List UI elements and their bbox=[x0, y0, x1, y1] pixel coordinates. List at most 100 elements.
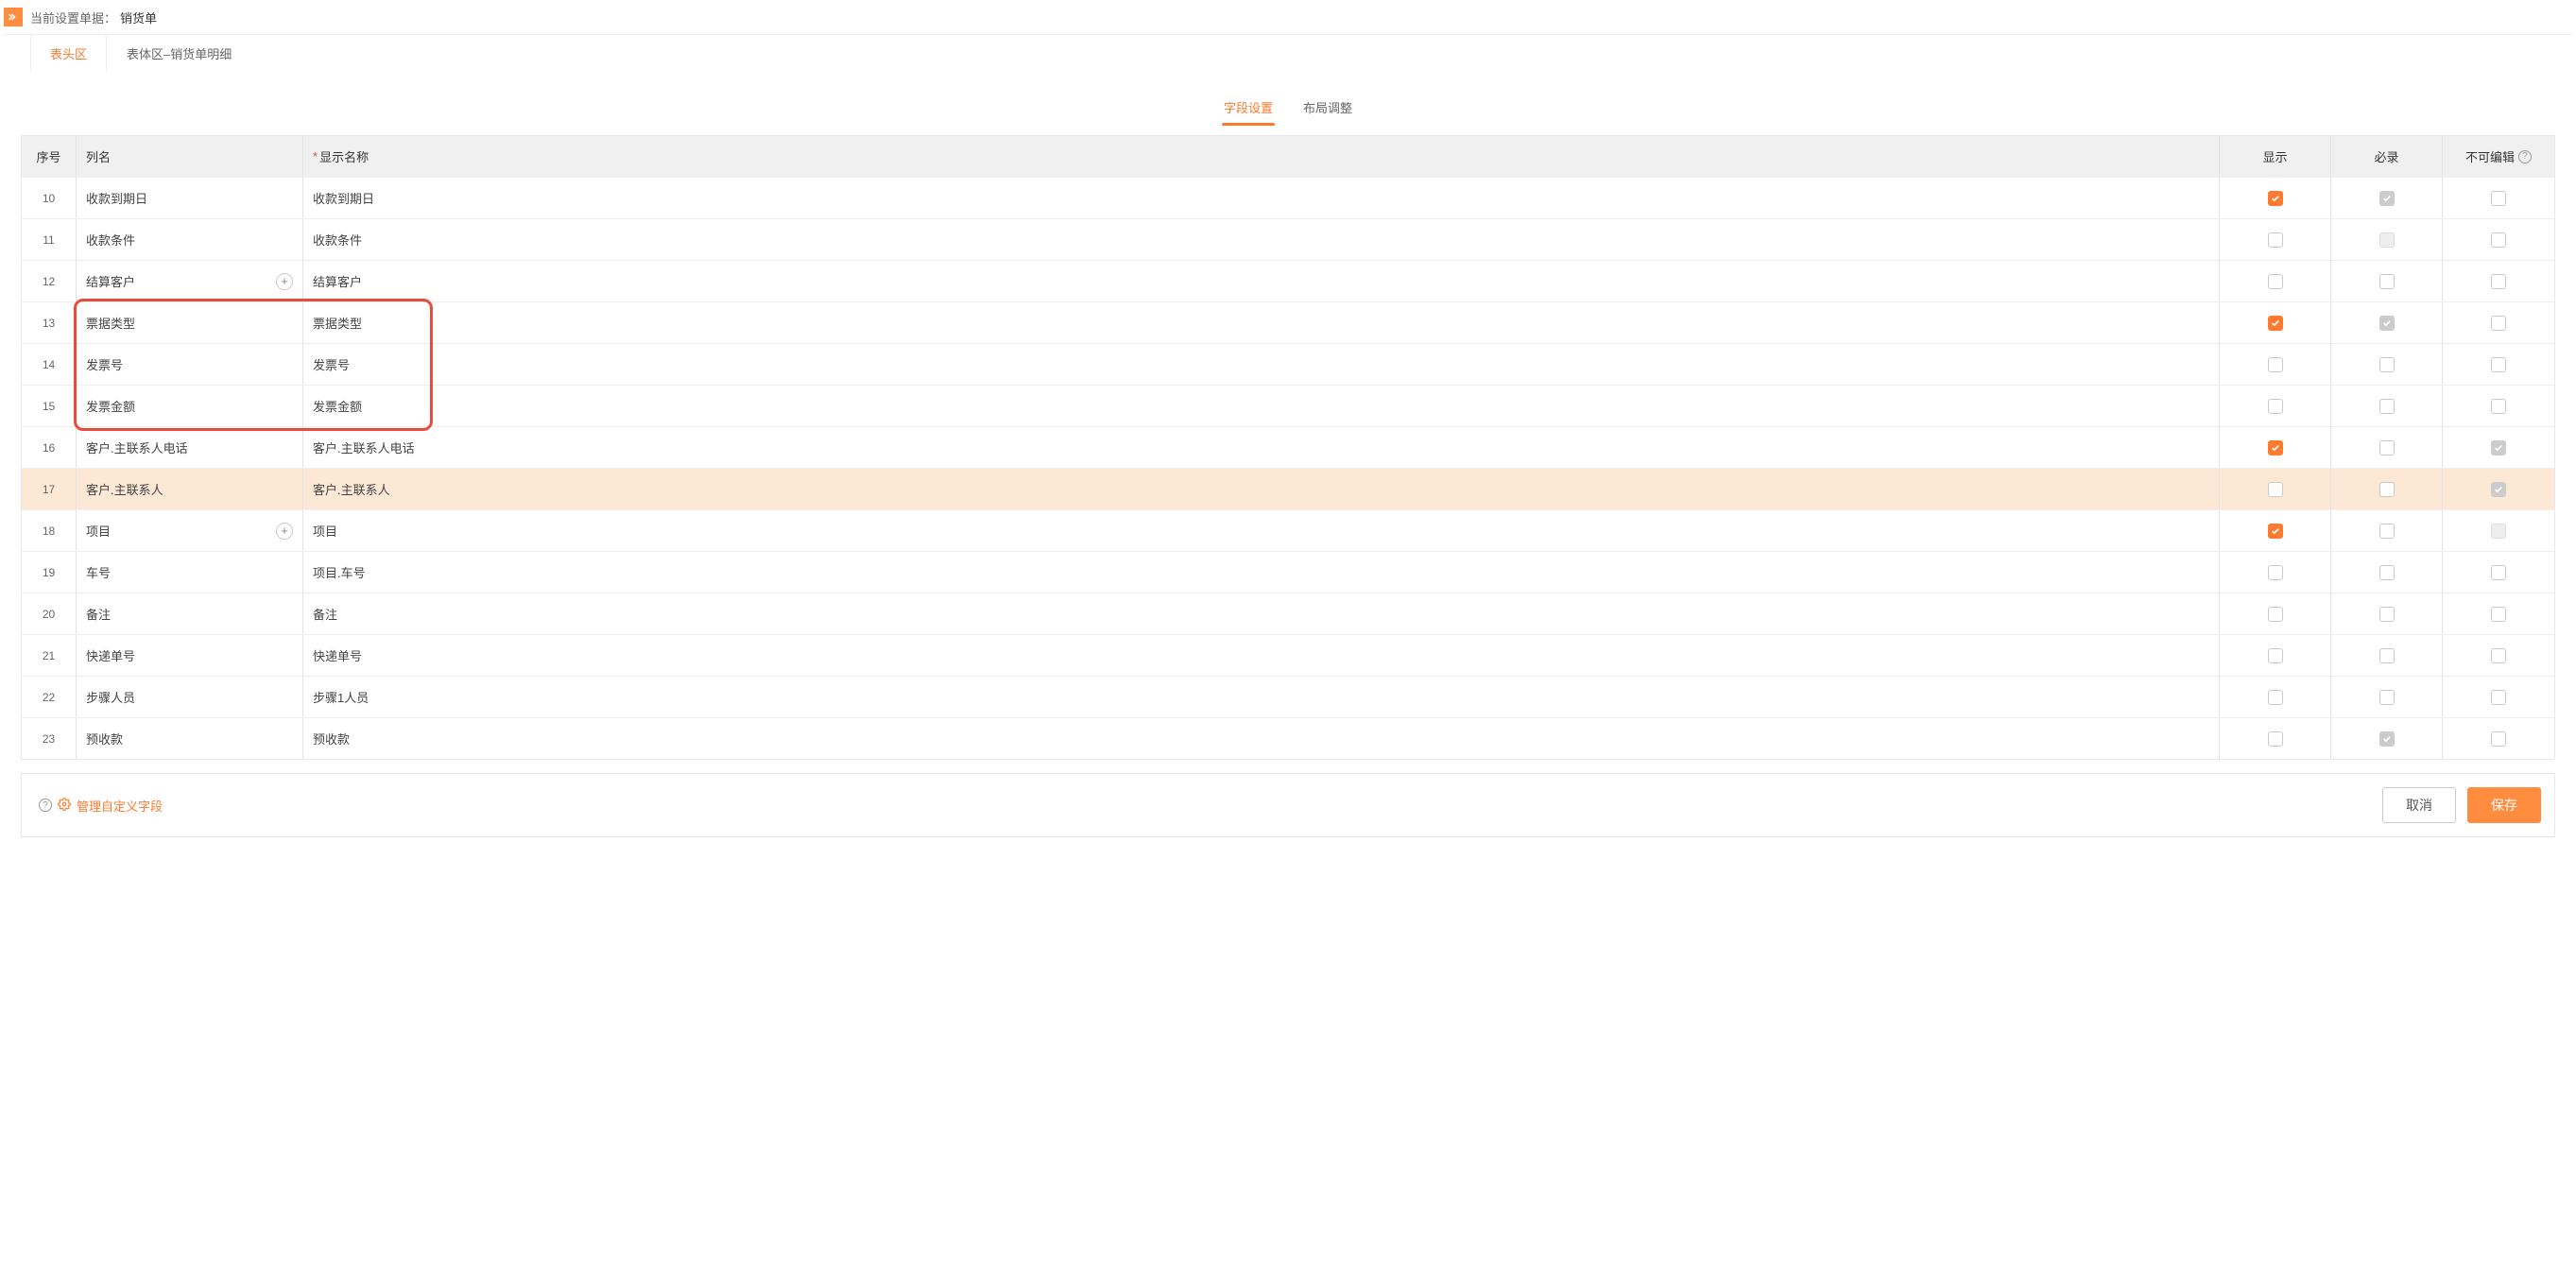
show-checkbox[interactable] bbox=[2268, 357, 2283, 372]
required-checkbox[interactable] bbox=[2379, 440, 2395, 456]
expand-panel-button[interactable] bbox=[4, 8, 23, 26]
table-row: 19车号项目.车号 bbox=[22, 551, 2554, 593]
cell-required bbox=[2331, 386, 2443, 426]
required-checkbox[interactable] bbox=[2379, 274, 2395, 289]
help-icon[interactable]: ? bbox=[2518, 150, 2532, 163]
save-button[interactable]: 保存 bbox=[2467, 787, 2541, 823]
cell-display[interactable]: 客户.主联系人 bbox=[303, 469, 2220, 509]
cell-seq: 20 bbox=[22, 593, 77, 634]
readonly-checkbox[interactable] bbox=[2491, 274, 2506, 289]
manage-custom-fields-link[interactable]: 管理自定义字段 bbox=[77, 797, 163, 815]
sub-tab-0[interactable]: 字段设置 bbox=[1222, 91, 1275, 124]
cell-display[interactable]: 发票金额 bbox=[303, 386, 2220, 426]
show-checkbox[interactable] bbox=[2268, 191, 2283, 206]
readonly-checkbox[interactable] bbox=[2491, 565, 2506, 580]
readonly-checkbox[interactable] bbox=[2491, 232, 2506, 248]
cell-readonly bbox=[2443, 510, 2554, 551]
cell-show bbox=[2220, 469, 2331, 509]
show-checkbox[interactable] bbox=[2268, 690, 2283, 705]
add-child-button[interactable] bbox=[276, 273, 293, 290]
show-checkbox[interactable] bbox=[2268, 399, 2283, 414]
show-checkbox[interactable] bbox=[2268, 440, 2283, 456]
required-checkbox[interactable] bbox=[2379, 524, 2395, 539]
cell-readonly bbox=[2443, 386, 2554, 426]
table-row: 17客户.主联系人客户.主联系人 bbox=[22, 468, 2554, 509]
cell-show bbox=[2220, 219, 2331, 260]
required-checkbox[interactable] bbox=[2379, 690, 2395, 705]
required-checkbox[interactable] bbox=[2379, 357, 2395, 372]
table-body: 10收款到期日收款到期日11收款条件收款条件12结算客户结算客户13票据类型票据… bbox=[22, 177, 2554, 759]
required-checkbox[interactable] bbox=[2379, 648, 2395, 663]
cell-name: 预收款 bbox=[77, 718, 303, 759]
required-checkbox[interactable] bbox=[2379, 482, 2395, 497]
cell-display[interactable]: 发票号 bbox=[303, 344, 2220, 385]
cell-required bbox=[2331, 302, 2443, 343]
table-row: 13票据类型票据类型 bbox=[22, 301, 2554, 343]
cell-name: 客户.主联系人 bbox=[77, 469, 303, 509]
th-required: 必录 bbox=[2331, 136, 2443, 177]
show-checkbox[interactable] bbox=[2268, 524, 2283, 539]
cell-show bbox=[2220, 344, 2331, 385]
cell-readonly bbox=[2443, 469, 2554, 509]
cell-show bbox=[2220, 677, 2331, 717]
cell-display[interactable]: 步骤1人员 bbox=[303, 677, 2220, 717]
show-checkbox[interactable] bbox=[2268, 731, 2283, 747]
readonly-checkbox[interactable] bbox=[2491, 399, 2506, 414]
show-checkbox[interactable] bbox=[2268, 607, 2283, 622]
show-checkbox[interactable] bbox=[2268, 232, 2283, 248]
cell-name: 项目 bbox=[77, 510, 303, 551]
cell-display[interactable]: 项目 bbox=[303, 510, 2220, 551]
readonly-checkbox[interactable] bbox=[2491, 690, 2506, 705]
readonly-checkbox[interactable] bbox=[2491, 357, 2506, 372]
required-checkbox[interactable] bbox=[2379, 399, 2395, 414]
cell-readonly bbox=[2443, 635, 2554, 676]
cell-seq: 15 bbox=[22, 386, 77, 426]
cell-display[interactable]: 客户.主联系人电话 bbox=[303, 427, 2220, 468]
cell-required bbox=[2331, 219, 2443, 260]
cell-display[interactable]: 票据类型 bbox=[303, 302, 2220, 343]
show-checkbox[interactable] bbox=[2268, 316, 2283, 331]
cell-seq: 19 bbox=[22, 552, 77, 593]
readonly-checkbox[interactable] bbox=[2491, 316, 2506, 331]
footer-left: ? 管理自定义字段 bbox=[35, 797, 163, 815]
cell-display[interactable]: 收款到期日 bbox=[303, 178, 2220, 218]
table-row: 18项目项目 bbox=[22, 509, 2554, 551]
cell-readonly bbox=[2443, 344, 2554, 385]
required-checkbox[interactable] bbox=[2379, 565, 2395, 580]
cell-required bbox=[2331, 552, 2443, 593]
cell-display[interactable]: 结算客户 bbox=[303, 261, 2220, 301]
cell-required bbox=[2331, 510, 2443, 551]
cell-readonly bbox=[2443, 302, 2554, 343]
area-tab-1[interactable]: 表体区–销货单明细 bbox=[107, 34, 251, 72]
show-checkbox[interactable] bbox=[2268, 274, 2283, 289]
cell-display[interactable]: 收款条件 bbox=[303, 219, 2220, 260]
add-child-button[interactable] bbox=[276, 523, 293, 540]
cell-readonly bbox=[2443, 677, 2554, 717]
readonly-checkbox bbox=[2491, 440, 2506, 456]
show-checkbox[interactable] bbox=[2268, 482, 2283, 497]
footer-help-icon[interactable]: ? bbox=[39, 799, 52, 812]
readonly-checkbox[interactable] bbox=[2491, 607, 2506, 622]
footer-actions: 取消 保存 bbox=[2382, 787, 2541, 823]
area-tab-0[interactable]: 表头区 bbox=[30, 34, 107, 72]
cell-seq: 13 bbox=[22, 302, 77, 343]
required-checkbox[interactable] bbox=[2379, 607, 2395, 622]
cell-display[interactable]: 快递单号 bbox=[303, 635, 2220, 676]
readonly-checkbox[interactable] bbox=[2491, 648, 2506, 663]
cancel-button[interactable]: 取消 bbox=[2382, 787, 2456, 823]
cell-seq: 10 bbox=[22, 178, 77, 218]
cell-readonly bbox=[2443, 178, 2554, 218]
cell-readonly bbox=[2443, 593, 2554, 634]
cell-display[interactable]: 项目.车号 bbox=[303, 552, 2220, 593]
readonly-checkbox bbox=[2491, 482, 2506, 497]
cell-display[interactable]: 预收款 bbox=[303, 718, 2220, 759]
required-checkbox bbox=[2379, 191, 2395, 206]
cell-required bbox=[2331, 344, 2443, 385]
show-checkbox[interactable] bbox=[2268, 648, 2283, 663]
show-checkbox[interactable] bbox=[2268, 565, 2283, 580]
sub-tab-1[interactable]: 布局调整 bbox=[1301, 91, 1354, 124]
cell-display[interactable]: 备注 bbox=[303, 593, 2220, 634]
cell-required bbox=[2331, 718, 2443, 759]
readonly-checkbox[interactable] bbox=[2491, 191, 2506, 206]
readonly-checkbox[interactable] bbox=[2491, 731, 2506, 747]
